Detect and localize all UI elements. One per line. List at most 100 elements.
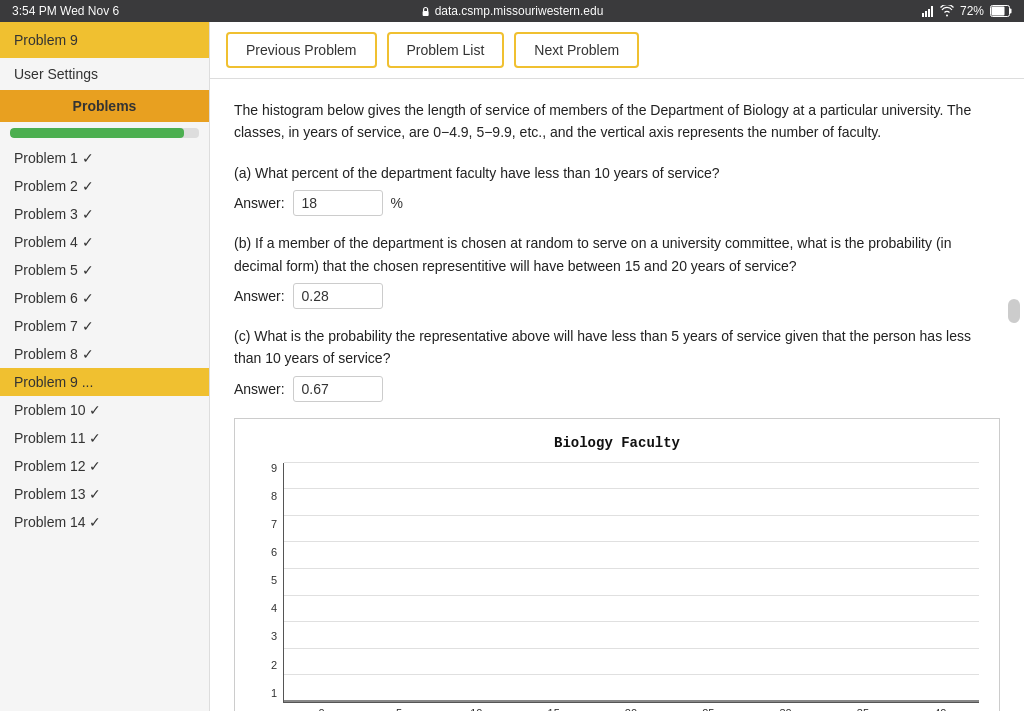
sidebar-item-5[interactable]: Problem 5 ✓ — [0, 256, 209, 284]
svg-rect-6 — [1010, 9, 1012, 14]
x-axis-labels: 0510152025303540 — [283, 707, 979, 711]
sidebar: Problem 9 User Settings Problems Problem… — [0, 22, 210, 711]
y-label-9: 9 — [271, 463, 277, 474]
sidebar-problems-header: Problems — [0, 90, 209, 122]
bar-group-1 — [371, 700, 458, 702]
x-label-10: 10 — [438, 707, 515, 711]
sidebar-item-3[interactable]: Problem 3 ✓ — [0, 200, 209, 228]
progress-bar-container — [0, 122, 209, 144]
part-c-input[interactable] — [293, 376, 383, 402]
sidebar-user-settings[interactable]: User Settings — [0, 58, 209, 90]
part-b-label: Answer: — [234, 288, 285, 304]
wifi-icon — [940, 5, 954, 17]
sidebar-item-8[interactable]: Problem 8 ✓ — [0, 340, 209, 368]
grid-line-6 — [284, 541, 979, 542]
bar-5 — [718, 700, 805, 702]
scrollbar-thumb[interactable] — [1008, 299, 1020, 323]
x-label-0: 0 — [283, 707, 360, 711]
svg-rect-0 — [423, 11, 429, 16]
chart-bars-container — [283, 463, 979, 703]
status-indicators: 72% — [922, 4, 1012, 18]
grid-line-3 — [284, 621, 979, 622]
toolbar: Previous Problem Problem List Next Probl… — [210, 22, 1024, 79]
sidebar-item-11[interactable]: Problem 11 ✓ — [0, 424, 209, 452]
part-c-block: (c) What is the probability the represen… — [234, 325, 1000, 402]
bar-group-4 — [632, 700, 719, 702]
bar-0 — [284, 700, 371, 702]
part-a-unit: % — [391, 195, 403, 211]
svg-rect-7 — [992, 7, 1005, 16]
sidebar-item-10[interactable]: Problem 10 ✓ — [0, 396, 209, 424]
part-a-input[interactable] — [293, 190, 383, 216]
x-label-15: 15 — [515, 707, 592, 711]
app-container: Problem 9 User Settings Problems Problem… — [0, 22, 1024, 711]
bar-group-5 — [718, 700, 805, 702]
sidebar-item-6[interactable]: Problem 6 ✓ — [0, 284, 209, 312]
y-label-7: 7 — [271, 519, 277, 530]
part-c-label: Answer: — [234, 381, 285, 397]
chart-container: Biology Faculty 123456789 05101520253035… — [234, 418, 1000, 711]
part-b-answer-row: Answer: — [234, 283, 1000, 309]
bar-4 — [632, 700, 719, 702]
part-a-label: Answer: — [234, 195, 285, 211]
chart-area: 123456789 0510152025303540 — [255, 463, 979, 711]
chart-title: Biology Faculty — [255, 435, 979, 451]
bar-group-3 — [545, 700, 632, 702]
chart-plot: 0510152025303540 — [283, 463, 979, 711]
part-c-question: (c) What is the probability the represen… — [234, 325, 1000, 370]
y-label-1: 1 — [271, 688, 277, 699]
x-label-40: 40 — [902, 707, 979, 711]
battery-icon — [990, 5, 1012, 17]
bar-2 — [458, 700, 545, 702]
bar-3 — [545, 700, 632, 702]
prev-problem-button[interactable]: Previous Problem — [226, 32, 377, 68]
x-label-5: 5 — [360, 707, 437, 711]
part-b-input[interactable] — [293, 283, 383, 309]
progress-bar-track — [10, 128, 199, 138]
sidebar-item-4[interactable]: Problem 4 ✓ — [0, 228, 209, 256]
bar-group-2 — [458, 700, 545, 702]
grid-line-1 — [284, 674, 979, 675]
svg-rect-1 — [922, 13, 924, 17]
sidebar-items: Problem 1 ✓Problem 2 ✓Problem 3 ✓Problem… — [0, 144, 209, 711]
svg-rect-2 — [925, 11, 927, 17]
next-problem-button[interactable]: Next Problem — [514, 32, 639, 68]
sidebar-item-12[interactable]: Problem 12 ✓ — [0, 452, 209, 480]
problem-intro: The histogram below gives the length of … — [234, 99, 1000, 144]
svg-rect-3 — [928, 9, 930, 17]
grid-line-5 — [284, 568, 979, 569]
x-label-35: 35 — [824, 707, 901, 711]
svg-rect-4 — [931, 6, 933, 17]
sidebar-item-13[interactable]: Problem 13 ✓ — [0, 480, 209, 508]
y-label-3: 3 — [271, 631, 277, 642]
x-label-25: 25 — [670, 707, 747, 711]
sidebar-item-7[interactable]: Problem 7 ✓ — [0, 312, 209, 340]
part-b-block: (b) If a member of the department is cho… — [234, 232, 1000, 309]
status-bar: 3:54 PM Wed Nov 6 data.csmp.missouriwest… — [0, 0, 1024, 22]
sidebar-item-1[interactable]: Problem 1 ✓ — [0, 144, 209, 172]
status-url: data.csmp.missouriwestern.edu — [421, 4, 604, 18]
grid-line-2 — [284, 648, 979, 649]
part-a-answer-row: Answer: % — [234, 190, 1000, 216]
part-b-question: (b) If a member of the department is cho… — [234, 232, 1000, 277]
bar-7 — [892, 700, 979, 702]
x-label-20: 20 — [592, 707, 669, 711]
bar-group-0 — [284, 700, 371, 702]
problem-list-button[interactable]: Problem List — [387, 32, 505, 68]
sidebar-item-2[interactable]: Problem 2 ✓ — [0, 172, 209, 200]
main-content: Previous Problem Problem List Next Probl… — [210, 22, 1024, 711]
bar-group-7 — [892, 700, 979, 702]
content-area: The histogram below gives the length of … — [210, 79, 1024, 711]
x-label-30: 30 — [747, 707, 824, 711]
y-label-4: 4 — [271, 603, 277, 614]
y-label-5: 5 — [271, 575, 277, 586]
grid-line-7 — [284, 515, 979, 516]
lock-icon — [421, 6, 431, 17]
signal-icon — [922, 5, 934, 17]
sidebar-current-problem: Problem 9 — [0, 22, 209, 58]
grid-line-4 — [284, 595, 979, 596]
progress-bar-fill — [10, 128, 184, 138]
y-label-8: 8 — [271, 491, 277, 502]
sidebar-item-9[interactable]: Problem 9 ... — [0, 368, 209, 396]
sidebar-item-14[interactable]: Problem 14 ✓ — [0, 508, 209, 536]
